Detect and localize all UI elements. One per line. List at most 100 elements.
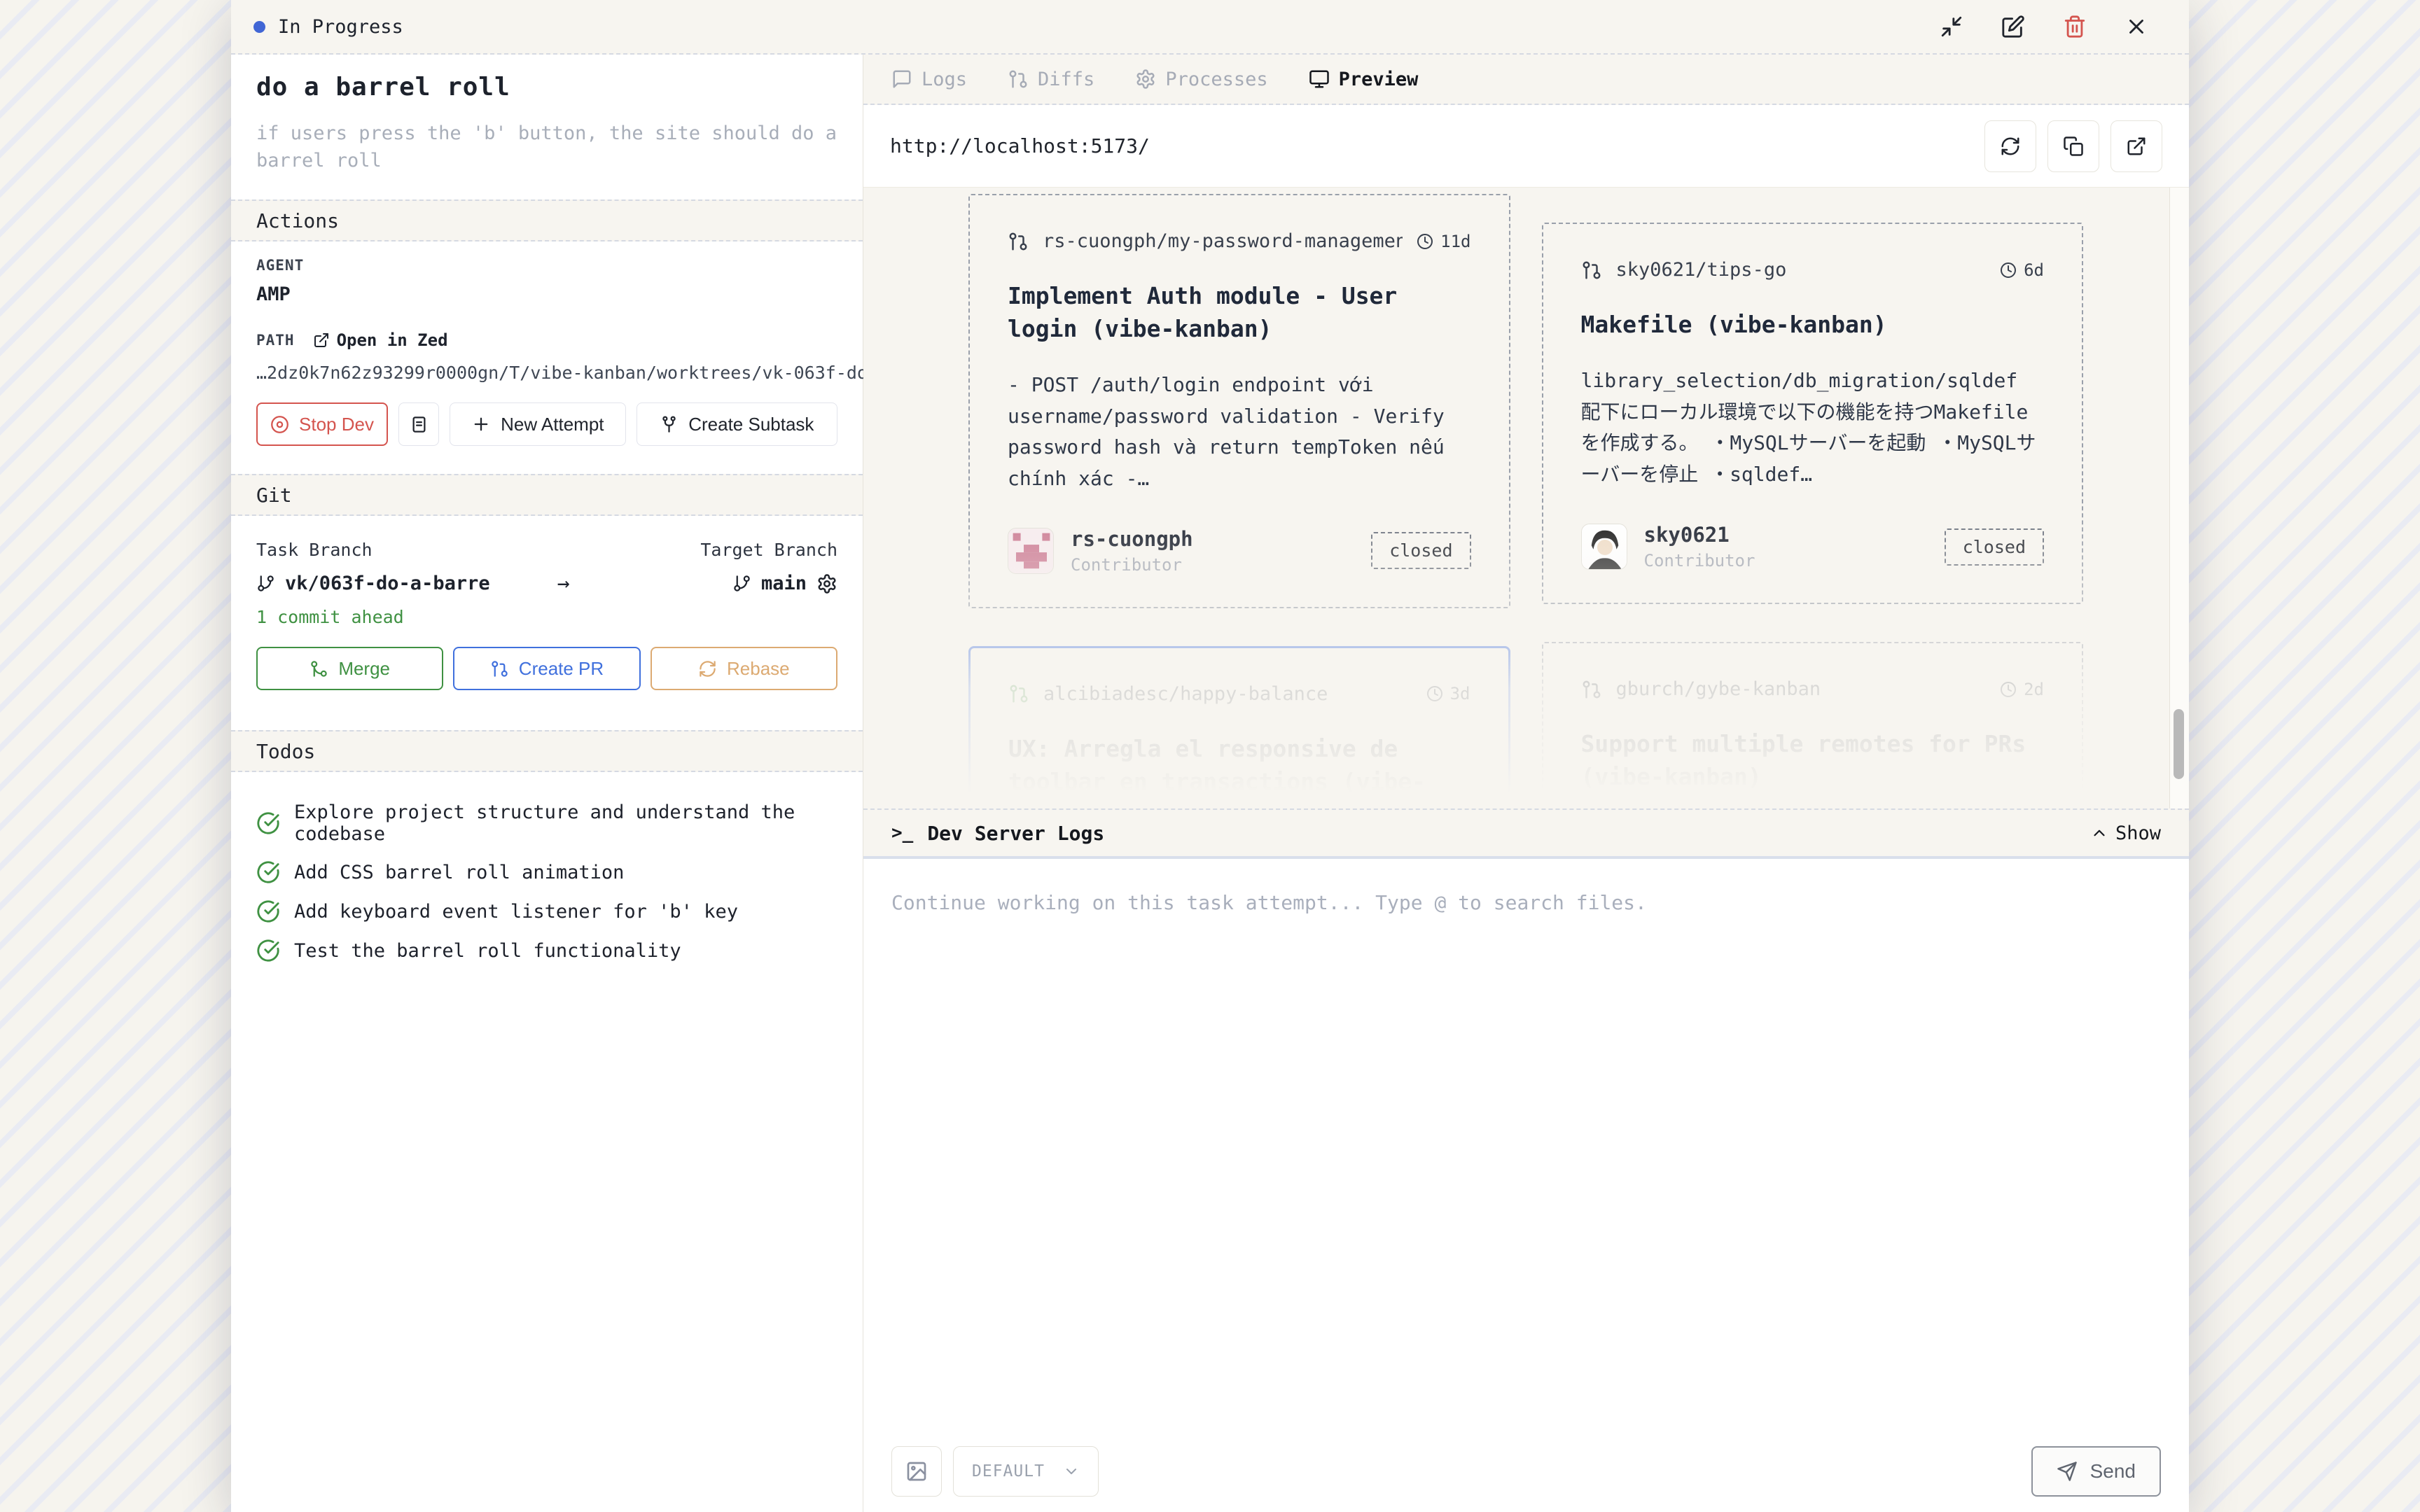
worktree-path: …2dz0k7n62z93299r0000gn/T/vibe-kanban/wo…	[256, 363, 963, 383]
pull-request-icon	[1008, 231, 1029, 252]
preview-viewport: rs-cuongph/my-password-management 11d Im…	[863, 188, 2189, 808]
send-button[interactable]: Send	[2031, 1446, 2161, 1497]
attach-image-button[interactable]	[891, 1446, 942, 1497]
todo-item: Explore project structure and understand…	[256, 802, 837, 845]
card-age: 2d	[2000, 680, 2044, 699]
contributor-role: Contributor	[1071, 554, 1182, 575]
task-sidebar: do a barrel roll if users press the 'b' …	[231, 55, 963, 1512]
git-section-header: Git	[231, 474, 863, 516]
pr-card-selected[interactable]: alcibiadesc/happy-balance 3d UX: Arregla…	[968, 645, 1510, 808]
card-age: 3d	[1426, 684, 1470, 704]
pr-state-badge: closed	[1371, 532, 1471, 570]
todo-item: Add CSS barrel roll animation	[256, 860, 837, 884]
agent-value: AMP	[256, 284, 291, 305]
clock-icon	[1426, 686, 1442, 702]
stop-dev-button[interactable]: Stop Dev	[256, 402, 388, 446]
merge-button[interactable]: Merge	[256, 647, 444, 690]
pr-card[interactable]: rs-cuongph/my-password-management 11d Im…	[968, 194, 1510, 608]
tab-bar: Logs Diffs Processes Preview	[863, 55, 2189, 105]
chat-input[interactable]	[891, 891, 2161, 996]
collapse-button[interactable]	[1938, 13, 1965, 40]
delete-button[interactable]	[2061, 13, 2088, 40]
avatar	[1008, 527, 1054, 574]
card-title: Support multiple remotes for PRs (vibe-k…	[1580, 730, 2026, 790]
chat-composer: DEFAULT Send	[863, 859, 2189, 1512]
actions-section-header: Actions	[231, 200, 863, 241]
plus-icon	[474, 417, 488, 431]
task-branch-label: Task Branch	[256, 540, 373, 560]
refresh-icon	[700, 660, 716, 677]
external-link-icon	[2127, 137, 2146, 155]
chevron-up-icon	[2094, 830, 2105, 836]
todos-section-header: Todos	[231, 730, 863, 772]
pr-card[interactable]: sky0621/tips-go 6d Makefile (vibe-kanban…	[1541, 223, 2083, 605]
card-repo: alcibiadesc/happy-balance	[1043, 682, 1328, 705]
copy-url-button[interactable]	[2047, 120, 2099, 172]
create-pr-button[interactable]: Create PR	[453, 647, 641, 690]
card-title: UX: Arregla el responsive de toolbar en …	[1008, 734, 1426, 808]
scrollbar-track[interactable]	[2169, 188, 2189, 808]
task-modal: In Progress do a barrel roll if users pr…	[231, 0, 2189, 1512]
show-logs-toggle[interactable]: Show	[2090, 822, 2161, 844]
pr-card[interactable]: gburch/gybe-kanban 2d Support multiple r…	[1541, 642, 2083, 808]
chevron-down-icon	[1066, 1469, 1076, 1474]
card-age: 6d	[2000, 260, 2044, 280]
page-title: do a barrel roll	[256, 73, 510, 102]
contributor-name: sky0621	[1643, 523, 1730, 547]
todo-item: Test the barrel roll functionality	[256, 939, 837, 962]
image-icon	[907, 1462, 926, 1481]
git-merge-icon	[311, 660, 328, 677]
variant-select[interactable]: DEFAULT	[953, 1446, 1099, 1497]
todo-item: Add keyboard event listener for 'b' key	[256, 899, 837, 923]
dev-logs-button[interactable]	[398, 402, 439, 446]
card-age: 11d	[1417, 232, 1471, 251]
scrollbar-thumb[interactable]	[2174, 709, 2184, 779]
scroll-text-icon	[412, 416, 425, 433]
card-repo: sky0621/tips-go	[1615, 259, 1787, 281]
new-attempt-button[interactable]: New Attempt	[450, 402, 626, 446]
tab-preview[interactable]: Preview	[1309, 69, 1418, 90]
clock-icon	[1417, 233, 1433, 249]
pull-request-icon	[1009, 70, 1027, 88]
open-external-button[interactable]	[2110, 120, 2162, 172]
status-badge: In Progress	[253, 16, 403, 38]
git-branch-icon	[258, 575, 274, 592]
message-square-icon	[893, 70, 911, 88]
dev-server-logs-label: Dev Server Logs	[927, 821, 1105, 845]
stop-circle-icon	[271, 415, 288, 433]
create-subtask-button[interactable]: Create Subtask	[636, 402, 837, 446]
copy-icon	[2064, 136, 2083, 156]
gear-icon	[818, 573, 836, 594]
contributor-name: rs-cuongph	[1071, 526, 1193, 551]
tab-logs[interactable]: Logs	[891, 69, 967, 90]
task-branch: vk/063f-do-a-barre	[256, 573, 490, 594]
url-input[interactable]: http://localhost:5173/	[890, 134, 1150, 158]
external-link-icon	[314, 333, 328, 347]
modal-header: In Progress	[231, 0, 2189, 55]
branch-settings-button[interactable]	[816, 573, 837, 594]
commit-status: 1 commit ahead	[256, 607, 404, 627]
preview-panel: Logs Diffs Processes Preview http://loca…	[863, 55, 2189, 1512]
card-repo: rs-cuongph/my-password-management	[1043, 230, 1403, 252]
pr-state-badge: closed	[1944, 528, 2044, 566]
open-in-zed-link[interactable]: Open in Zed	[313, 330, 448, 350]
rebase-button[interactable]: Rebase	[650, 647, 837, 690]
tab-processes[interactable]: Processes	[1135, 69, 1268, 90]
target-branch: main	[732, 573, 807, 594]
edit-button[interactable]	[2000, 13, 2026, 40]
check-circle-icon	[256, 899, 280, 923]
git-branch-icon	[734, 575, 750, 592]
pull-request-icon	[1008, 683, 1029, 704]
send-icon	[2057, 1462, 2077, 1481]
url-bar: http://localhost:5173/	[863, 105, 2189, 188]
agent-label: AGENT	[256, 257, 305, 274]
arrow-right-icon: →	[557, 571, 570, 596]
tab-diffs[interactable]: Diffs	[1008, 69, 1094, 90]
card-repo: gburch/gybe-kanban	[1615, 678, 1821, 701]
task-description: if users press the 'b' button, the site …	[256, 122, 837, 172]
clock-icon	[2001, 681, 2017, 697]
dev-server-logs-bar[interactable]: >_ Dev Server Logs Show	[863, 808, 2189, 856]
close-button[interactable]	[2123, 13, 2150, 40]
pull-request-icon	[1581, 260, 1602, 281]
refresh-button[interactable]	[1984, 120, 2036, 172]
